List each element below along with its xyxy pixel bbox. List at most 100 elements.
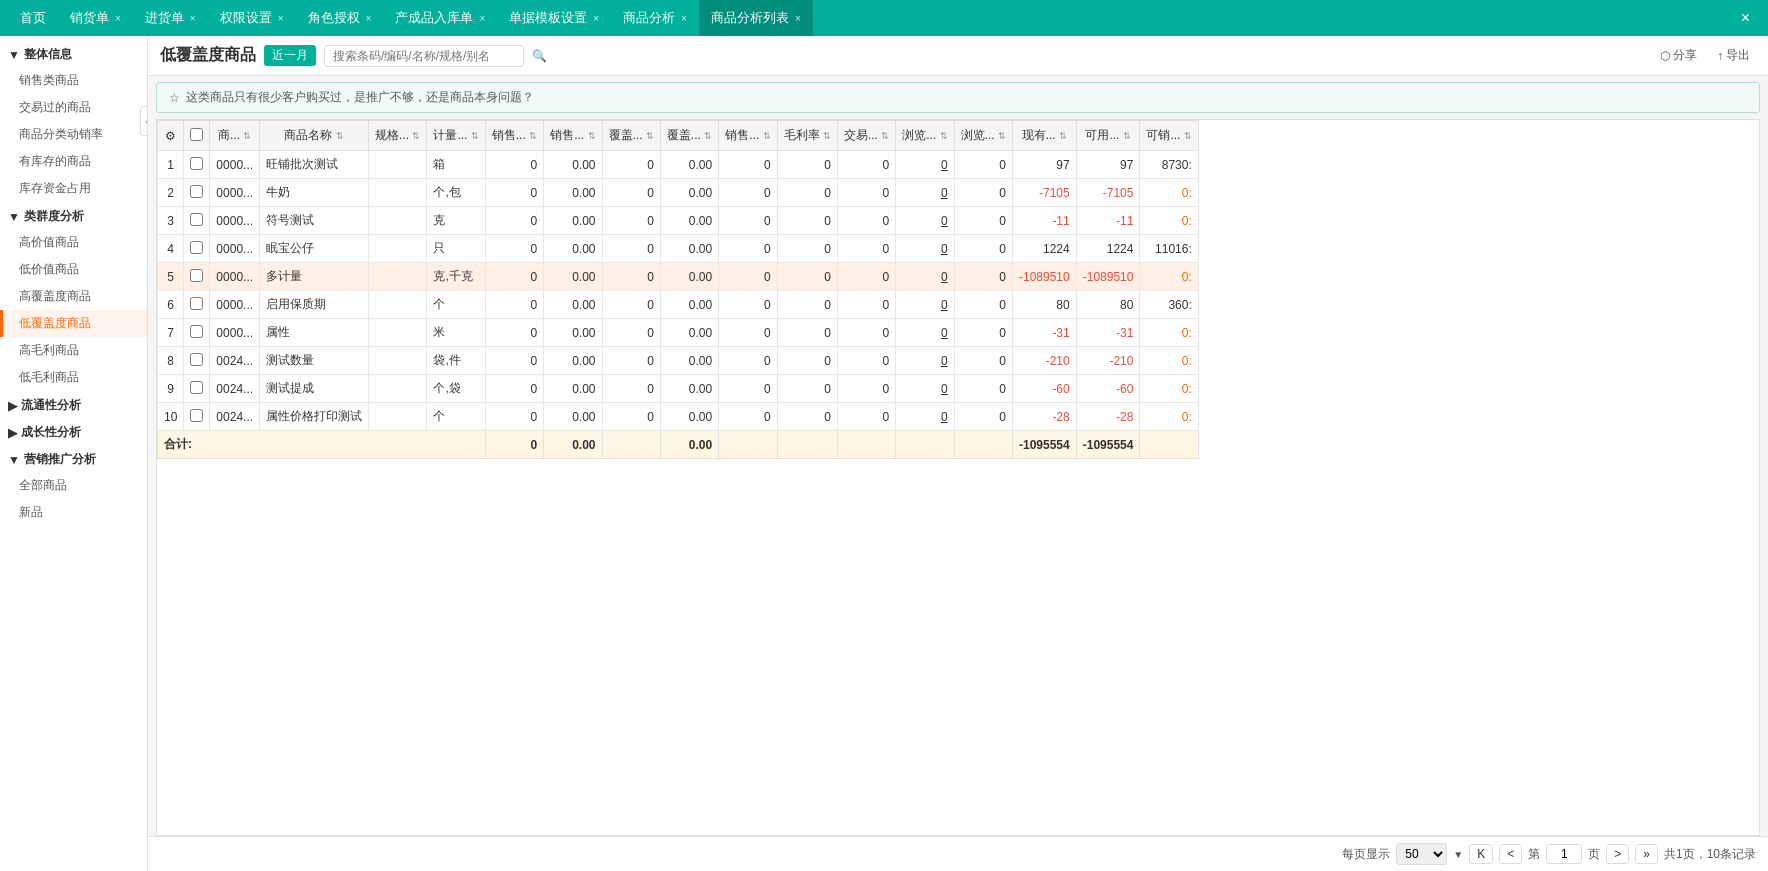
row-checkbox[interactable]	[184, 291, 210, 319]
sidebar-item-traded-goods[interactable]: 交易过的商品	[0, 94, 147, 121]
sidebar-item-category-rate[interactable]: 商品分类动销率	[0, 121, 147, 148]
row-checkbox[interactable]	[184, 319, 210, 347]
row-select-checkbox[interactable]	[190, 297, 203, 310]
sales-qty-column-header[interactable]: 销售... ⇅	[485, 121, 543, 151]
row-select-checkbox[interactable]	[190, 353, 203, 366]
close-icon[interactable]: ×	[190, 13, 196, 24]
sidebar-section-liquidity[interactable]: ▶ 流通性分析	[0, 391, 147, 418]
sidebar-collapse-button[interactable]: «	[140, 106, 148, 136]
row-checkbox[interactable]	[184, 235, 210, 263]
sidebar-item-low-value[interactable]: 低价值商品	[0, 256, 147, 283]
unit-column-header[interactable]: 计量... ⇅	[427, 121, 485, 151]
sidebar-item-low-margin[interactable]: 低毛利商品	[0, 364, 147, 391]
row-coverage2: 0.00	[660, 403, 718, 431]
window-close-button[interactable]: ×	[1731, 9, 1760, 27]
row-browse1[interactable]: 0	[896, 235, 954, 263]
nav-tab-purchase[interactable]: 进货单 ×	[133, 0, 208, 36]
sidebar-section-overview[interactable]: ▼ 整体信息	[0, 40, 147, 67]
close-icon[interactable]: ×	[366, 13, 372, 24]
page-number-input[interactable]	[1546, 844, 1582, 864]
sellable-column-header[interactable]: 可销... ⇅	[1140, 121, 1198, 151]
row-browse1[interactable]: 0	[896, 179, 954, 207]
row-select-checkbox[interactable]	[190, 241, 203, 254]
sidebar-section-marketing[interactable]: ▼ 营销推广分析	[0, 445, 147, 472]
close-icon[interactable]: ×	[479, 13, 485, 24]
page-size-select[interactable]: 20 50 100	[1396, 843, 1447, 865]
nav-tab-home[interactable]: 首页	[8, 0, 58, 36]
row-browse1[interactable]: 0	[896, 319, 954, 347]
sidebar-item-all-goods[interactable]: 全部商品	[0, 472, 147, 499]
last-page-button[interactable]: »	[1635, 844, 1658, 864]
row-browse1[interactable]: 0	[896, 291, 954, 319]
select-all-checkbox[interactable]	[190, 128, 203, 141]
export-button[interactable]: ↑ 导出	[1711, 44, 1756, 67]
row-browse1[interactable]: 0	[896, 347, 954, 375]
row-select-checkbox[interactable]	[190, 409, 203, 422]
row-checkbox[interactable]	[184, 375, 210, 403]
settings-icon[interactable]: ⚙	[165, 129, 176, 143]
coverage1-column-header[interactable]: 覆盖... ⇅	[602, 121, 660, 151]
row-checkbox[interactable]	[184, 151, 210, 179]
nav-tab-sales[interactable]: 销货单 ×	[58, 0, 133, 36]
trade-column-header[interactable]: 交易... ⇅	[837, 121, 895, 151]
sidebar-item-inventory-capital[interactable]: 库存资金占用	[0, 175, 147, 202]
nav-tab-permissions[interactable]: 权限设置 ×	[208, 0, 296, 36]
search-input[interactable]	[324, 45, 524, 67]
first-page-button[interactable]: K	[1469, 844, 1493, 864]
next-page-button[interactable]: >	[1606, 844, 1629, 864]
close-icon[interactable]: ×	[593, 13, 599, 24]
nav-tab-analysis-list[interactable]: 商品分析列表 ×	[699, 0, 813, 36]
sales-amt-column-header[interactable]: 销售... ⇅	[544, 121, 602, 151]
sidebar-item-inventory-goods[interactable]: 有库存的商品	[0, 148, 147, 175]
row-browse1[interactable]: 0	[896, 375, 954, 403]
row-select-checkbox[interactable]	[190, 381, 203, 394]
sidebar-item-new-goods[interactable]: 新品	[0, 499, 147, 526]
close-icon[interactable]: ×	[795, 13, 801, 24]
sidebar-item-high-coverage[interactable]: 高覆盖度商品	[0, 283, 147, 310]
sales3-column-header[interactable]: 销售... ⇅	[719, 121, 777, 151]
row-browse1[interactable]: 0	[896, 263, 954, 291]
row-checkbox[interactable]	[184, 403, 210, 431]
browse2-column-header[interactable]: 浏览... ⇅	[954, 121, 1012, 151]
search-icon[interactable]: 🔍	[532, 49, 547, 63]
spec-column-header[interactable]: 规格... ⇅	[369, 121, 427, 151]
sidebar-item-high-value[interactable]: 高价值商品	[0, 229, 147, 256]
coverage2-column-header[interactable]: 覆盖... ⇅	[660, 121, 718, 151]
row-browse1[interactable]: 0	[896, 207, 954, 235]
current-qty-column-header[interactable]: 现有... ⇅	[1013, 121, 1077, 151]
nav-tab-template[interactable]: 单据模板设置 ×	[497, 0, 611, 36]
available-qty-column-header[interactable]: 可用... ⇅	[1076, 121, 1140, 151]
browse1-column-header[interactable]: 浏览... ⇅	[896, 121, 954, 151]
prev-page-button[interactable]: <	[1499, 844, 1522, 864]
close-icon[interactable]: ×	[278, 13, 284, 24]
name-column-header[interactable]: 商品名称 ⇅	[260, 121, 369, 151]
code-column-header[interactable]: 商... ⇅	[210, 121, 260, 151]
row-select-checkbox[interactable]	[190, 185, 203, 198]
row-browse1[interactable]: 0	[896, 403, 954, 431]
sidebar-section-growth[interactable]: ▶ 成长性分析	[0, 418, 147, 445]
nav-tab-products-in[interactable]: 产成品入库单 ×	[383, 0, 497, 36]
close-icon[interactable]: ×	[115, 13, 121, 24]
row-select-checkbox[interactable]	[190, 213, 203, 226]
row-checkbox[interactable]	[184, 263, 210, 291]
row-checkbox[interactable]	[184, 347, 210, 375]
close-icon[interactable]: ×	[681, 13, 687, 24]
gross-margin-column-header[interactable]: 毛利率 ⇅	[777, 121, 837, 151]
settings-column-header[interactable]: ⚙	[158, 121, 184, 151]
row-browse1[interactable]: 0	[896, 151, 954, 179]
data-table-wrapper[interactable]: ⚙ 商... ⇅ 商品名称 ⇅	[156, 119, 1760, 836]
sidebar-item-low-coverage[interactable]: 低覆盖度商品	[0, 310, 147, 337]
row-select-checkbox[interactable]	[190, 157, 203, 170]
share-button[interactable]: ⬡ 分享	[1654, 44, 1703, 67]
row-checkbox[interactable]	[184, 207, 210, 235]
row-checkbox[interactable]	[184, 179, 210, 207]
sidebar-item-sales-goods[interactable]: 销售类商品	[0, 67, 147, 94]
date-filter-button[interactable]: 近一月	[264, 45, 316, 66]
checkbox-column-header[interactable]	[184, 121, 210, 151]
sidebar-section-cluster[interactable]: ▼ 类群度分析	[0, 202, 147, 229]
nav-tab-roles[interactable]: 角色授权 ×	[296, 0, 384, 36]
nav-tab-analysis[interactable]: 商品分析 ×	[611, 0, 699, 36]
row-select-checkbox[interactable]	[190, 325, 203, 338]
row-select-checkbox[interactable]	[190, 269, 203, 282]
sidebar-item-high-margin[interactable]: 高毛利商品	[0, 337, 147, 364]
